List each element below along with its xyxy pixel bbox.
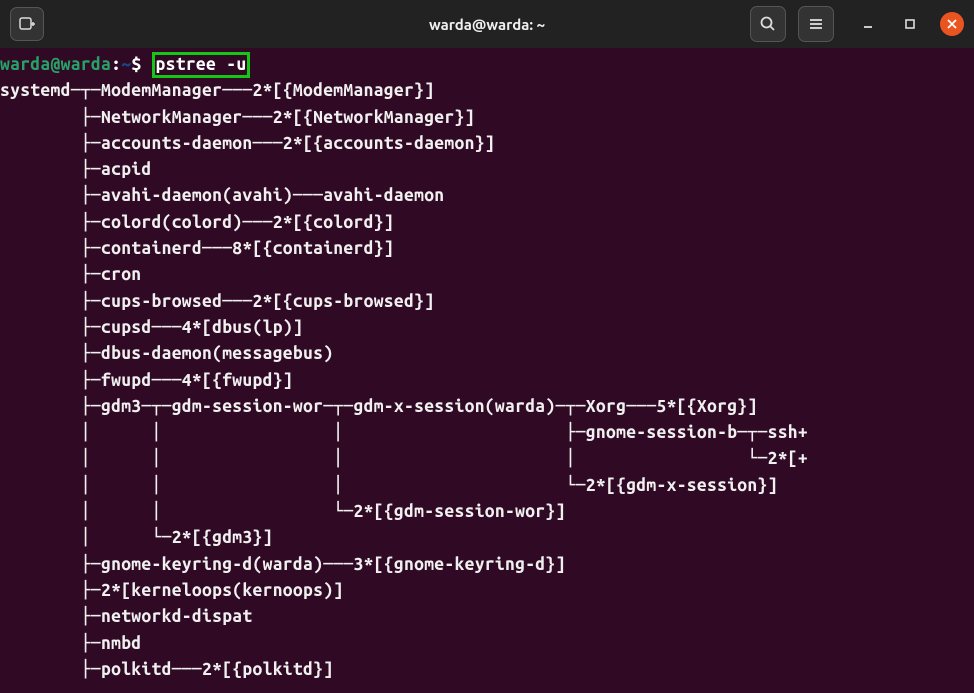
maximize-icon [904, 18, 916, 30]
prompt-dollar: $ [131, 55, 151, 74]
new-tab-button[interactable] [10, 7, 44, 41]
output-line: ├─acpid [0, 160, 152, 179]
output-line: │ │ │ ├─gnome-session-b─┬─ssh+ [0, 423, 808, 442]
output-line: ├─accounts-daemon───2*[{accounts-daemon}… [0, 134, 495, 153]
output-line: ├─gnome-keyring-d(warda)───3*[{gnome-key… [0, 555, 566, 574]
output-line: ├─cups-browsed───2*[{cups-browsed}] [0, 292, 434, 311]
prompt-user-host: warda@warda [0, 55, 111, 74]
minimize-icon [862, 18, 874, 30]
output-line: │ │ │ └─2*[{gdm-x-session}] [0, 476, 778, 495]
close-icon [947, 19, 957, 29]
prompt-colon: : [111, 55, 121, 74]
output-line: ├─containerd───8*[{containerd}] [0, 239, 394, 258]
minimize-button[interactable] [856, 12, 880, 36]
search-icon [760, 16, 776, 32]
prompt-path: ~ [121, 55, 131, 74]
output-line: ├─cron [0, 265, 141, 284]
output-line: ├─polkitd───2*[{polkitd}] [0, 660, 333, 679]
output-line: │ └─2*[{gdm3}] [0, 528, 273, 547]
output-line: ├─cupsd───4*[dbus(lp)] [0, 318, 303, 337]
window-controls [856, 12, 964, 36]
titlebar-right [750, 6, 964, 42]
output-line: ├─gdm3─┬─gdm-session-wor─┬─gdm-x-session… [0, 397, 758, 416]
output-line: ├─dbus-daemon(messagebus) [0, 344, 333, 363]
maximize-button[interactable] [898, 12, 922, 36]
window-title: warda@warda: ~ [429, 16, 545, 33]
menu-button[interactable] [798, 6, 834, 42]
output-line: ├─networkd-dispat [0, 607, 253, 626]
output-line: systemd─┬─ModemManager───2*[{ModemManage… [0, 81, 434, 100]
output-line: ├─avahi-daemon(avahi)───avahi-daemon [0, 186, 444, 205]
output-line: ├─colord(colord)───2*[{colord}] [0, 213, 394, 232]
close-button[interactable] [940, 12, 964, 36]
command-highlight: pstree -u [152, 52, 251, 78]
output-line: │ │ └─2*[{gdm-session-wor}] [0, 502, 566, 521]
output-line: ├─2*[kerneloops(kernoops)] [0, 581, 343, 600]
output-line: ├─fwupd───4*[{fwupd}] [0, 371, 293, 390]
output-line: │ │ │ │ └─2*[+ [0, 449, 808, 468]
command: pstree -u [156, 55, 247, 74]
search-button[interactable] [750, 6, 786, 42]
hamburger-icon [808, 16, 824, 32]
terminal[interactable]: warda@warda:~$ pstree -u systemd─┬─Modem… [0, 48, 974, 693]
output-line: ├─nmbd [0, 634, 141, 653]
new-tab-icon [18, 15, 36, 33]
output-line: ├─NetworkManager───2*[{NetworkManager}] [0, 108, 475, 127]
titlebar: warda@warda: ~ [0, 0, 974, 48]
